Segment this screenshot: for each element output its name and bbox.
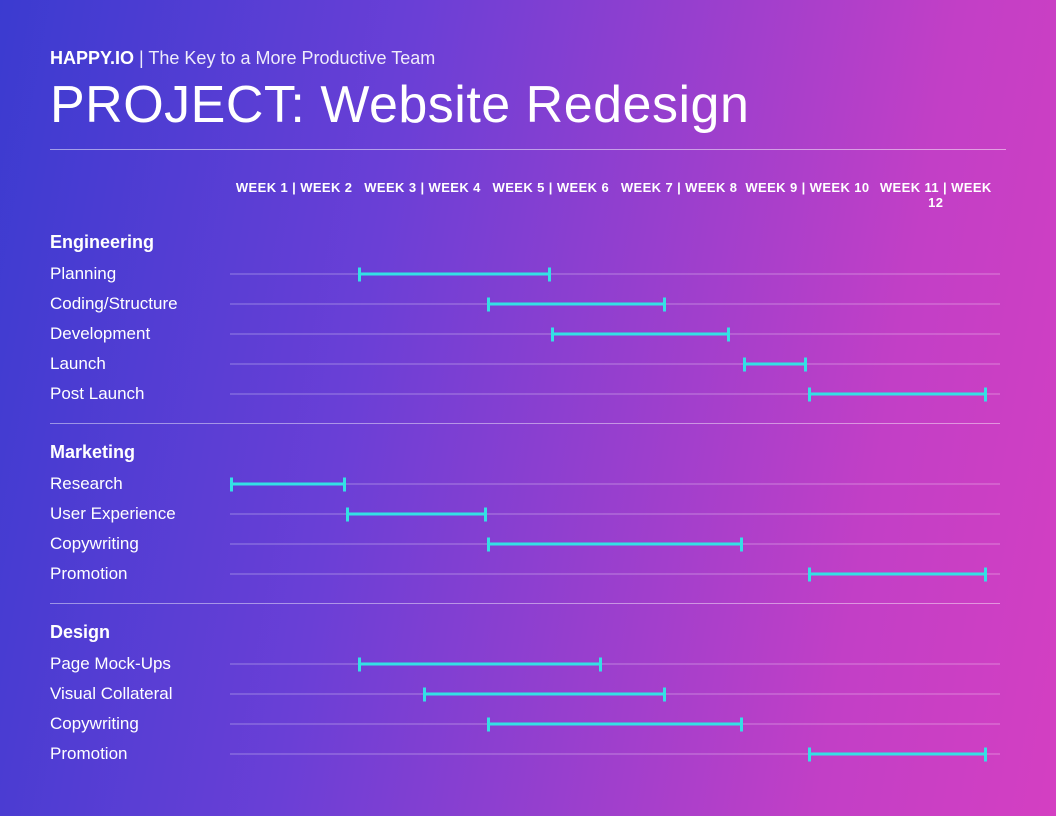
gantt-track <box>230 747 1000 761</box>
timeline-header-spacer <box>50 180 230 210</box>
gantt-track <box>230 507 1000 521</box>
header-rule <box>50 149 1006 150</box>
gantt-bar <box>423 693 667 696</box>
gantt-bar <box>808 393 988 396</box>
gantt-row: Launch <box>50 349 1000 379</box>
gantt-row: Coding/Structure <box>50 289 1000 319</box>
gantt-chart: WEEK 1 | WEEK 2WEEK 3 | WEEK 4WEEK 5 | W… <box>50 180 1000 769</box>
gantt-row-label: Post Launch <box>50 384 230 404</box>
gantt-row: Post Launch <box>50 379 1000 409</box>
gantt-track <box>230 297 1000 311</box>
gantt-row: Copywriting <box>50 529 1000 559</box>
gantt-bar <box>230 483 346 486</box>
gantt-row: User Experience <box>50 499 1000 529</box>
timeline-header: WEEK 1 | WEEK 2WEEK 3 | WEEK 4WEEK 5 | W… <box>50 180 1000 210</box>
gantt-row-label: Planning <box>50 264 230 284</box>
gantt-bar <box>487 543 744 546</box>
gantt-track <box>230 477 1000 491</box>
gantt-row: Copywriting <box>50 709 1000 739</box>
gantt-row-label: Research <box>50 474 230 494</box>
gantt-bar <box>487 723 744 726</box>
timeline-col-6: WEEK 11 | WEEK 12 <box>872 180 1000 210</box>
gantt-baseline <box>230 364 1000 365</box>
gantt-bar <box>358 663 602 666</box>
gantt-bar <box>743 363 807 366</box>
gantt-track <box>230 537 1000 551</box>
page-title: PROJECT: Website Redesign <box>50 75 1006 135</box>
gantt-track <box>230 687 1000 701</box>
gantt-bar <box>487 303 667 306</box>
group-divider <box>50 423 1000 424</box>
brand-separator: | <box>139 48 148 68</box>
gantt-track <box>230 357 1000 371</box>
brand-name: HAPPY.IO <box>50 48 134 68</box>
timeline-col-4: WEEK 7 | WEEK 8 <box>615 180 743 210</box>
gantt-row: Page Mock-Ups <box>50 649 1000 679</box>
gantt-row-label: Development <box>50 324 230 344</box>
gantt-bar <box>358 273 551 276</box>
gantt-track <box>230 717 1000 731</box>
gantt-bar <box>808 753 988 756</box>
gantt-row: Visual Collateral <box>50 679 1000 709</box>
timeline-col-3: WEEK 5 | WEEK 6 <box>487 180 615 210</box>
gantt-row: Development <box>50 319 1000 349</box>
group-divider <box>50 603 1000 604</box>
gantt-row-label: User Experience <box>50 504 230 524</box>
gantt-row-label: Copywriting <box>50 714 230 734</box>
gantt-row-label: Promotion <box>50 744 230 764</box>
gantt-bar <box>808 573 988 576</box>
gantt-baseline <box>230 664 1000 665</box>
timeline-col-2: WEEK 3 | WEEK 4 <box>358 180 486 210</box>
gantt-track <box>230 267 1000 281</box>
gantt-baseline <box>230 274 1000 275</box>
timeline-col-1: WEEK 1 | WEEK 2 <box>230 180 358 210</box>
gantt-row: Planning <box>50 259 1000 289</box>
gantt-row-label: Page Mock-Ups <box>50 654 230 674</box>
gantt-track <box>230 567 1000 581</box>
gantt-row-label: Visual Collateral <box>50 684 230 704</box>
gantt-track <box>230 387 1000 401</box>
gantt-row-label: Launch <box>50 354 230 374</box>
group-title: Engineering <box>50 232 1000 253</box>
timeline-col-5: WEEK 9 | WEEK 10 <box>743 180 871 210</box>
gantt-row: Research <box>50 469 1000 499</box>
group-title: Marketing <box>50 442 1000 463</box>
brand-line: HAPPY.IO | The Key to a More Productive … <box>50 48 1006 69</box>
gantt-row-label: Coding/Structure <box>50 294 230 314</box>
gantt-baseline <box>230 484 1000 485</box>
gantt-row-label: Copywriting <box>50 534 230 554</box>
group-title: Design <box>50 622 1000 643</box>
gantt-track <box>230 327 1000 341</box>
gantt-track <box>230 657 1000 671</box>
brand-tagline: The Key to a More Productive Team <box>148 48 435 68</box>
gantt-bar <box>551 333 731 336</box>
gantt-row-label: Promotion <box>50 564 230 584</box>
gantt-row: Promotion <box>50 739 1000 769</box>
gantt-bar <box>346 513 487 516</box>
gantt-row: Promotion <box>50 559 1000 589</box>
